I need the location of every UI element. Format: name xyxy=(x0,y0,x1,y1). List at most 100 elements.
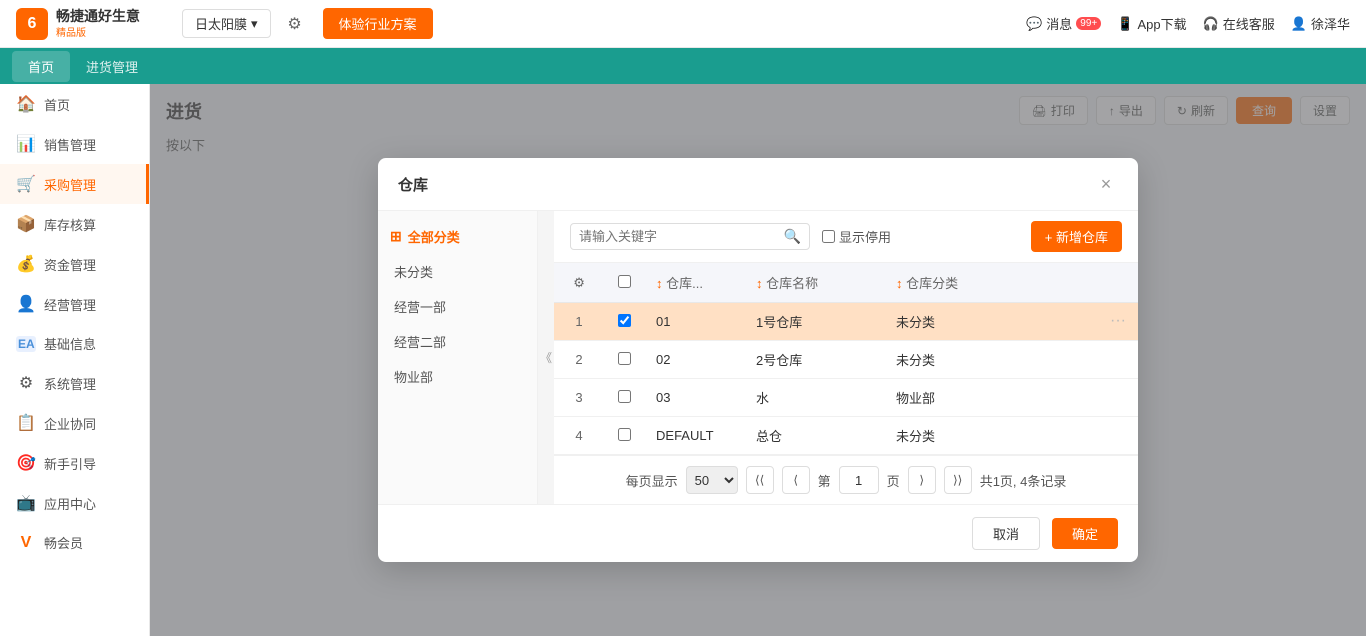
new-warehouse-btn[interactable]: + 新增仓库 xyxy=(1031,221,1122,252)
row2-check[interactable] xyxy=(604,341,644,379)
sidebar-label-sales: 销售管理 xyxy=(44,135,96,154)
sidebar-item-system[interactable]: ⚙ 系统管理 xyxy=(0,363,149,403)
sidebar-item-basic-info[interactable]: EA 基础信息 xyxy=(0,324,149,363)
all-categories-btn[interactable]: ⊞ 全部分类 xyxy=(378,219,537,254)
sidebar-item-sales[interactable]: 📊 销售管理 xyxy=(0,124,149,164)
modal-toolbar: 🔍 显示停用 + 新增仓库 xyxy=(554,211,1138,263)
tab-purchase[interactable]: 进货管理 xyxy=(70,51,154,82)
row1-check[interactable] xyxy=(604,303,644,341)
message-btn[interactable]: 💬 消息 99+ xyxy=(1026,14,1101,33)
sidebar-item-home[interactable]: 🏠 首页 xyxy=(0,84,149,124)
modal-category-sidebar: ⊞ 全部分类 未分类 经营一部 经营二部 物业部 xyxy=(378,211,538,504)
search-icon[interactable]: 🔍 xyxy=(784,228,801,245)
col-name-header: ↕ 仓库名称 xyxy=(744,263,884,303)
row4-code: DEFAULT xyxy=(644,417,744,455)
page-number-input[interactable] xyxy=(839,466,879,494)
last-page-btn[interactable]: ⟩⟩ xyxy=(944,466,972,494)
confirm-btn[interactable]: 确定 xyxy=(1052,518,1118,549)
sidebar-label-guide: 新手引导 xyxy=(44,454,96,473)
row2-cat: 未分类 xyxy=(884,341,1138,379)
modal-pagination: 每页显示 20 50 100 ⟨⟨ ⟨ xyxy=(554,455,1138,504)
per-page-label: 每页显示 xyxy=(626,471,678,490)
message-badge: 99+ xyxy=(1076,17,1101,30)
category-ops1[interactable]: 经营一部 xyxy=(378,289,537,324)
tab-home[interactable]: 首页 xyxy=(12,51,70,82)
collab-icon: 📋 xyxy=(16,413,36,433)
first-page-btn[interactable]: ⟨⟨ xyxy=(746,466,774,494)
table-row[interactable]: 4 DEFAULT 总仓 未分类 xyxy=(554,417,1138,455)
row4-name: 总仓 xyxy=(744,417,884,455)
sidebar-label-ops: 经营管理 xyxy=(44,295,96,314)
row4-check[interactable] xyxy=(604,417,644,455)
logo-area: 6 畅捷通好生意 精品版 xyxy=(16,8,166,40)
industry-btn[interactable]: 体验行业方案 xyxy=(323,8,433,39)
logo-text: 畅捷通好生意 xyxy=(56,8,140,25)
col-settings: ⚙ xyxy=(554,263,604,303)
first-page-icon: ⟨⟨ xyxy=(755,473,764,487)
per-page-select[interactable]: 20 50 100 xyxy=(686,466,738,494)
sort-icon2: ↕ xyxy=(756,276,763,291)
sidebar-label-home: 首页 xyxy=(44,95,70,114)
row3-check[interactable] xyxy=(604,379,644,417)
row1-checkbox[interactable] xyxy=(618,314,631,327)
row4-index: 4 xyxy=(554,417,604,455)
sidebar-label-inventory: 库存核算 xyxy=(44,215,96,234)
finance-icon: 💰 xyxy=(16,254,36,274)
sidebar-item-finance[interactable]: 💰 资金管理 xyxy=(0,244,149,284)
purchase-icon: 🛒 xyxy=(16,174,36,194)
message-icon: 💬 xyxy=(1026,16,1042,32)
user-icon: 👤 xyxy=(1291,16,1307,32)
app-download-btn[interactable]: 📱 App下载 xyxy=(1117,14,1186,33)
sidebar-label-member: 畅会员 xyxy=(44,533,83,552)
col-cat-header: ↕ 仓库分类 xyxy=(884,263,1138,303)
store-selector[interactable]: 日太阳膜 ▾ xyxy=(182,9,271,38)
sidebar-item-apps[interactable]: 📺 应用中心 xyxy=(0,483,149,523)
row4-cat: 未分类 xyxy=(884,417,1138,455)
sidebar-item-member[interactable]: V 畅会员 xyxy=(0,523,149,562)
settings-icon[interactable]: ⚙ xyxy=(279,8,311,40)
basic-info-icon: EA xyxy=(16,336,36,352)
store-name: 日太阳膜 xyxy=(195,14,247,33)
online-service-btn[interactable]: 🎧 在线客服 xyxy=(1203,14,1275,33)
table-row[interactable]: 1 01 1号仓库 未分类 ··· xyxy=(554,303,1138,341)
home-icon: 🏠 xyxy=(16,94,36,114)
logo-sub: 精品版 xyxy=(56,24,140,39)
show-disabled-label[interactable]: 显示停用 xyxy=(822,227,891,246)
table-row[interactable]: 2 02 2号仓库 未分类 xyxy=(554,341,1138,379)
table-gear-icon: ⚙ xyxy=(573,275,585,290)
sales-icon: 📊 xyxy=(16,134,36,154)
sidebar-item-ops[interactable]: 👤 经营管理 xyxy=(0,284,149,324)
row1-more-icon[interactable]: ··· xyxy=(1110,312,1126,330)
sidebar-item-guide[interactable]: 🎯 新手引导 xyxy=(0,443,149,483)
category-ops2[interactable]: 经营二部 xyxy=(378,324,537,359)
modal-close-btn[interactable]: × xyxy=(1094,172,1118,196)
select-all-checkbox[interactable] xyxy=(618,275,631,288)
row2-index: 2 xyxy=(554,341,604,379)
prev-page-icon: ⟨ xyxy=(793,473,798,487)
sidebar-item-purchase[interactable]: 🛒 采购管理 xyxy=(0,164,149,204)
category-unclassified[interactable]: 未分类 xyxy=(378,254,537,289)
row1-code: 01 xyxy=(644,303,744,341)
sidebar-item-collab[interactable]: 📋 企业协同 xyxy=(0,403,149,443)
search-box: 🔍 xyxy=(570,223,810,250)
user-area[interactable]: 👤 徐泽华 xyxy=(1291,14,1350,33)
modal-backdrop: 仓库 × ⊞ 全部分类 未分类 经营一 xyxy=(150,84,1366,636)
sidebar-collapse-btn[interactable]: 《 xyxy=(538,211,554,504)
last-page-icon: ⟩⟩ xyxy=(953,473,962,487)
search-input[interactable] xyxy=(579,229,784,244)
table-row[interactable]: 3 03 水 物业部 xyxy=(554,379,1138,417)
prev-page-btn[interactable]: ⟨ xyxy=(782,466,810,494)
headset-icon: 🎧 xyxy=(1203,16,1219,32)
col-code-header: ↕ 仓库... xyxy=(644,263,744,303)
row3-index: 3 xyxy=(554,379,604,417)
cancel-btn[interactable]: 取消 xyxy=(972,517,1040,550)
show-disabled-checkbox[interactable] xyxy=(822,230,835,243)
row3-checkbox[interactable] xyxy=(618,390,631,403)
sidebar-item-inventory[interactable]: 📦 库存核算 xyxy=(0,204,149,244)
category-property[interactable]: 物业部 xyxy=(378,359,537,394)
row3-name: 水 xyxy=(744,379,884,417)
next-page-btn[interactable]: ⟩ xyxy=(908,466,936,494)
row2-checkbox[interactable] xyxy=(618,352,631,365)
row4-checkbox[interactable] xyxy=(618,428,631,441)
member-icon: V xyxy=(16,534,36,552)
